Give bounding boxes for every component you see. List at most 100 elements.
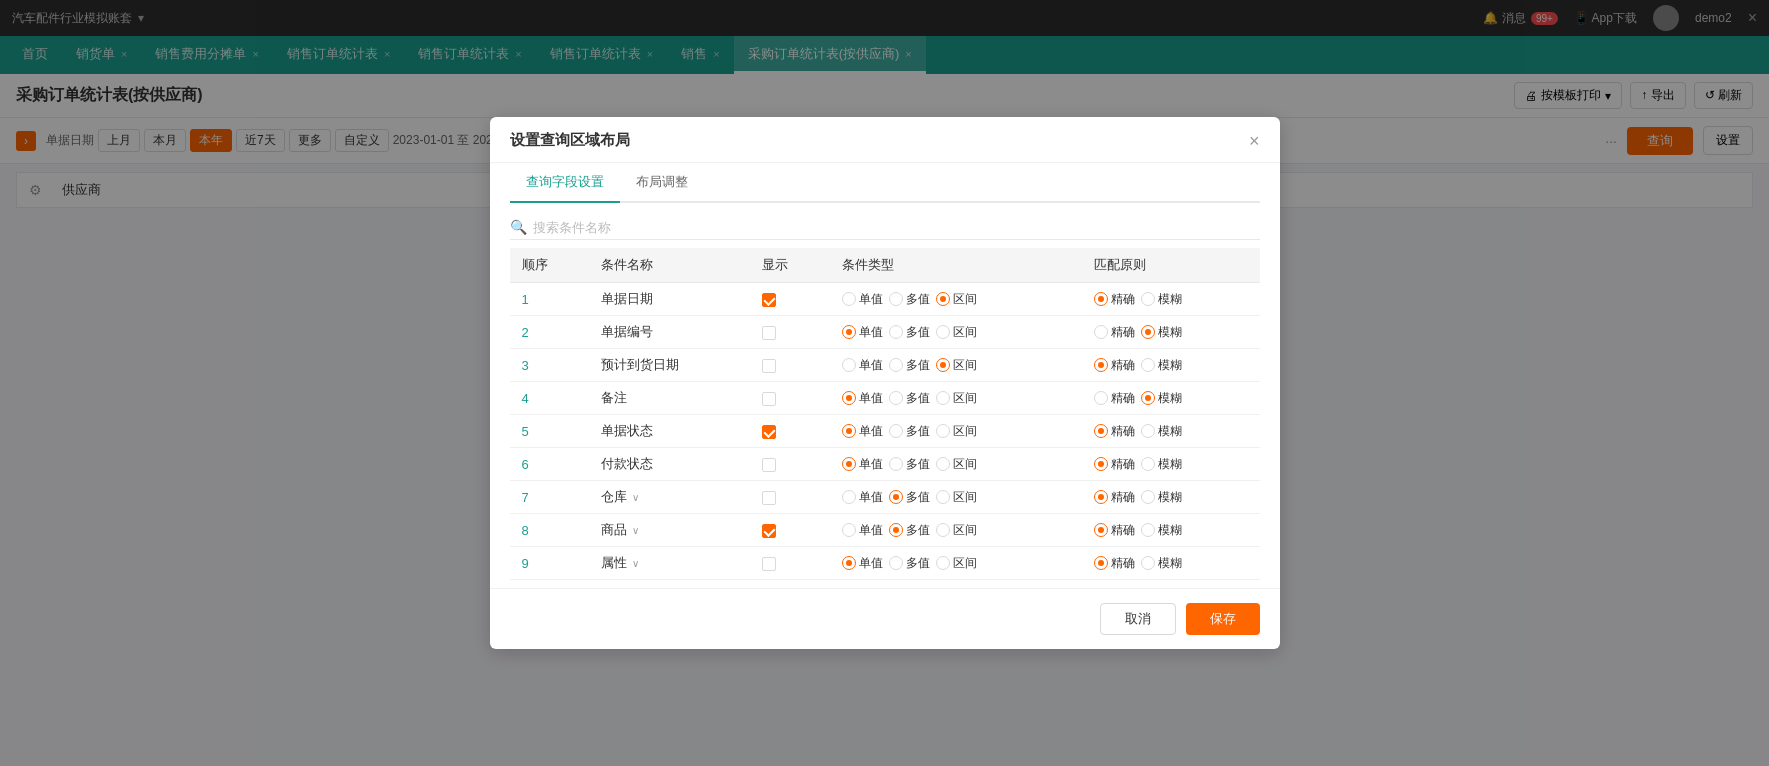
radio-item-区间[interactable]: 区间 — [936, 390, 977, 407]
match-radio-item-精确[interactable]: 精确 — [1094, 522, 1135, 539]
radio-item-区间[interactable]: 区间 — [936, 423, 977, 440]
modal-tabs: 查询字段设置 布局调整 — [510, 163, 1260, 203]
match-radio-item-模糊[interactable]: 模糊 — [1141, 291, 1182, 308]
row-order: 5 — [510, 415, 589, 448]
match-radio-label: 模糊 — [1158, 555, 1182, 572]
radio-item-多值[interactable]: 多值 — [889, 291, 930, 308]
match-radio-circle — [1094, 490, 1108, 504]
match-radio-item-模糊[interactable]: 模糊 — [1141, 456, 1182, 473]
radio-item-多值[interactable]: 多值 — [889, 357, 930, 374]
modal-tab-query-fields[interactable]: 查询字段设置 — [510, 163, 620, 203]
table-row: 3预计到货日期单值多值区间精确模糊 — [510, 349, 1260, 382]
row-display-checkbox[interactable] — [750, 283, 829, 316]
checkbox[interactable] — [762, 293, 776, 307]
radio-circle — [889, 292, 903, 306]
match-radio-item-模糊[interactable]: 模糊 — [1141, 522, 1182, 539]
radio-item-区间[interactable]: 区间 — [936, 357, 977, 374]
radio-item-区间[interactable]: 区间 — [936, 324, 977, 341]
checkbox[interactable] — [762, 425, 776, 439]
row-display-checkbox[interactable] — [750, 316, 829, 349]
checkbox[interactable] — [762, 491, 776, 505]
match-radio-label: 模糊 — [1158, 522, 1182, 539]
radio-item-多值[interactable]: 多值 — [889, 456, 930, 473]
row-cond-name: 预计到货日期 — [589, 349, 751, 382]
radio-item-区间[interactable]: 区间 — [936, 291, 977, 308]
radio-item-多值[interactable]: 多值 — [889, 324, 930, 341]
radio-item-单值[interactable]: 单值 — [842, 291, 883, 308]
radio-item-单值[interactable]: 单值 — [842, 456, 883, 473]
radio-label: 区间 — [953, 456, 977, 473]
row-display-checkbox[interactable] — [750, 547, 829, 580]
row-cond-name: 单据日期 — [589, 283, 751, 316]
row-display-checkbox[interactable] — [750, 580, 829, 589]
row-display-checkbox[interactable] — [750, 382, 829, 415]
radio-item-单值[interactable]: 单值 — [842, 522, 883, 539]
radio-item-单值[interactable]: 单值 — [842, 357, 883, 374]
radio-item-多值[interactable]: 多值 — [889, 555, 930, 572]
modal-close-button[interactable]: × — [1249, 132, 1260, 150]
row-cond-name: 备注 — [589, 382, 751, 415]
match-radio-circle — [1141, 391, 1155, 405]
radio-item-单值[interactable]: 单值 — [842, 489, 883, 506]
match-radio-item-模糊[interactable]: 模糊 — [1141, 357, 1182, 374]
radio-item-单值[interactable]: 单值 — [842, 390, 883, 407]
radio-item-区间[interactable]: 区间 — [936, 555, 977, 572]
row-display-checkbox[interactable] — [750, 514, 829, 547]
checkbox[interactable] — [762, 524, 776, 538]
match-radio-item-精确[interactable]: 精确 — [1094, 423, 1135, 440]
radio-item-单值[interactable]: 单值 — [842, 555, 883, 572]
checkbox[interactable] — [762, 326, 776, 340]
radio-item-单值[interactable]: 单值 — [842, 324, 883, 341]
search-input[interactable] — [533, 220, 733, 235]
match-radio-item-精确[interactable]: 精确 — [1094, 555, 1135, 572]
match-radio-item-精确[interactable]: 精确 — [1094, 390, 1135, 407]
row-match-rule: 精确模糊 — [1082, 580, 1260, 589]
row-display-checkbox[interactable] — [750, 481, 829, 514]
radio-item-多值[interactable]: 多值 — [889, 522, 930, 539]
radio-item-多值[interactable]: 多值 — [889, 423, 930, 440]
match-radio-item-精确[interactable]: 精确 — [1094, 489, 1135, 506]
match-radio-item-模糊[interactable]: 模糊 — [1141, 555, 1182, 572]
checkbox[interactable] — [762, 392, 776, 406]
cancel-button[interactable]: 取消 — [1100, 603, 1176, 635]
radio-circle — [842, 556, 856, 570]
radio-item-多值[interactable]: 多值 — [889, 489, 930, 506]
row-display-checkbox[interactable] — [750, 349, 829, 382]
checkbox[interactable] — [762, 557, 776, 571]
match-radio-item-模糊[interactable]: 模糊 — [1141, 390, 1182, 407]
radio-item-区间[interactable]: 区间 — [936, 522, 977, 539]
match-radio-item-精确[interactable]: 精确 — [1094, 324, 1135, 341]
row-match-rule: 精确 模糊 — [1082, 382, 1260, 415]
radio-item-单值[interactable]: 单值 — [842, 423, 883, 440]
match-radio-item-精确[interactable]: 精确 — [1094, 357, 1135, 374]
row-display-checkbox[interactable] — [750, 448, 829, 481]
match-radio-item-模糊[interactable]: 模糊 — [1141, 423, 1182, 440]
match-radio-label: 精确 — [1111, 390, 1135, 407]
radio-label: 多值 — [906, 522, 930, 539]
radio-item-区间[interactable]: 区间 — [936, 456, 977, 473]
match-radio-item-精确[interactable]: 精确 — [1094, 456, 1135, 473]
match-radio-label: 模糊 — [1158, 423, 1182, 440]
radio-item-多值[interactable]: 多值 — [889, 390, 930, 407]
radio-circle — [936, 424, 950, 438]
radio-item-区间[interactable]: 区间 — [936, 489, 977, 506]
match-radio-item-精确[interactable]: 精确 — [1094, 291, 1135, 308]
search-box: 🔍 — [510, 215, 1260, 240]
row-cond-type: 单值 多值区间 — [830, 514, 1082, 547]
match-radio-item-模糊[interactable]: 模糊 — [1141, 324, 1182, 341]
match-radio-label: 模糊 — [1158, 291, 1182, 308]
checkbox[interactable] — [762, 359, 776, 373]
match-radio-circle — [1094, 325, 1108, 339]
save-button[interactable]: 保存 — [1186, 603, 1260, 635]
row-display-checkbox[interactable] — [750, 415, 829, 448]
radio-circle — [889, 457, 903, 471]
radio-label: 区间 — [953, 489, 977, 506]
checkbox[interactable] — [762, 458, 776, 472]
table-scroll-area: 顺序 条件名称 显示 条件类型 匹配原则 1单据日期单值多值区间精确模糊2单据编… — [510, 248, 1260, 588]
match-radio-item-模糊[interactable]: 模糊 — [1141, 489, 1182, 506]
modal-tab-layout[interactable]: 布局调整 — [620, 163, 704, 203]
radio-circle — [842, 523, 856, 537]
table-row: 10有无商品图片单值多值区间精确模糊 — [510, 580, 1260, 589]
match-radio-label: 模糊 — [1158, 390, 1182, 407]
match-radio-label: 精确 — [1111, 522, 1135, 539]
